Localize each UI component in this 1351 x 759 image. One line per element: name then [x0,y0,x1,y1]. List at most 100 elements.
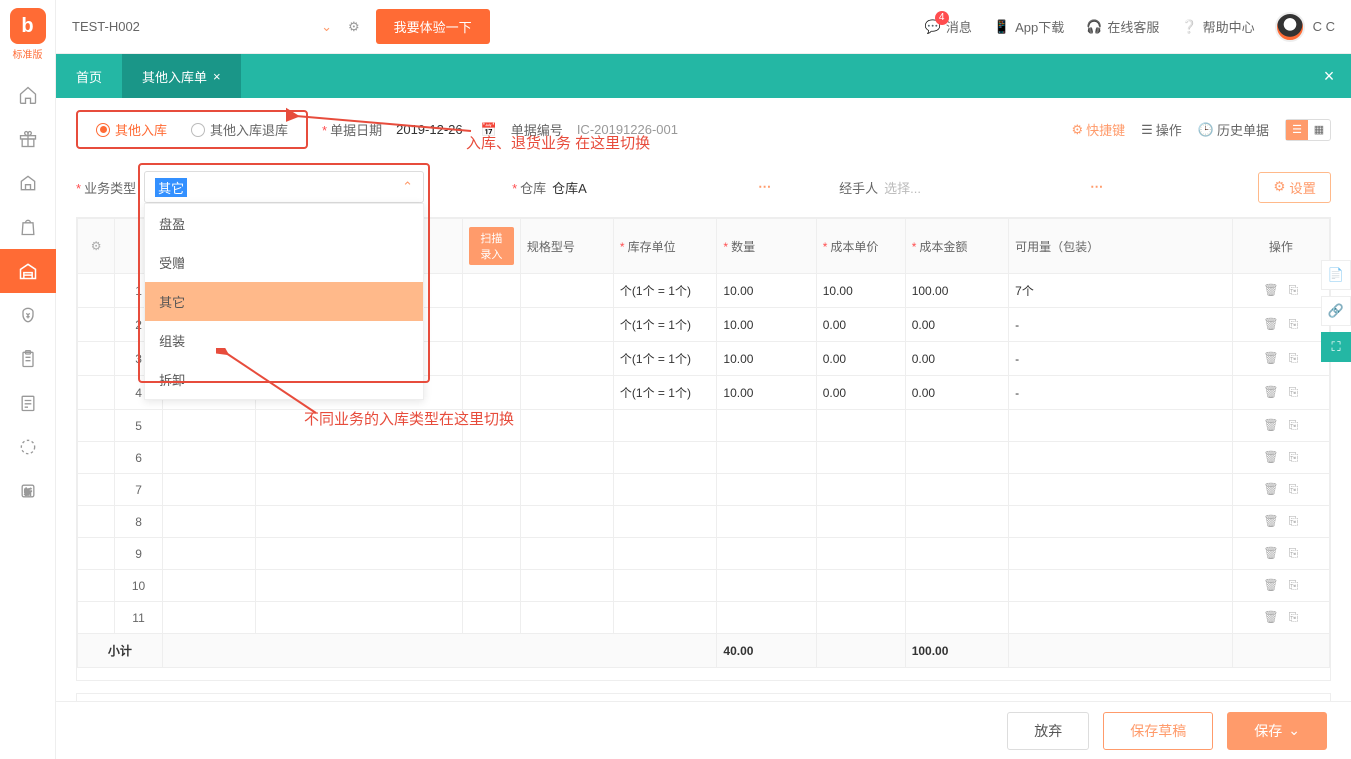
th-unit: *库存单位 [613,219,716,274]
rail-expand[interactable]: ⛶ [1321,332,1351,362]
nav-sync[interactable] [0,425,56,469]
calendar-icon[interactable]: 📅 [481,122,497,138]
delete-row-icon[interactable]: 🗑 [1263,283,1278,298]
dd-option-shouzeng[interactable]: 受赠 [145,243,423,282]
th-ops: 操作 [1232,219,1329,274]
radio-inbound[interactable]: 其他入库 [96,120,167,139]
delete-row-icon[interactable]: 🗑 [1263,610,1278,625]
biztype-combo[interactable]: 其它 ⌃ [144,171,424,203]
topbar: TEST-H002 ⌄ ⚙ 我要体验一下 💬 消息 4 📱App下载 🎧在线客服… [56,0,1351,54]
subtotal-label: 小计 [78,634,163,668]
nav-home[interactable] [0,73,56,117]
delete-row-icon[interactable]: 🗑 [1263,351,1278,366]
help-icon: ❔ [1181,19,1197,35]
table-row[interactable]: 8 🗑⎘ [78,506,1330,538]
delete-row-icon[interactable]: 🗑 [1263,317,1278,332]
nav-warehouse[interactable] [0,249,56,293]
dd-option-panyong[interactable]: 盘盈 [145,204,423,243]
form-row-1: 其他入库 其他入库退库 *单据日期 2019-12-26 📅 单据编号 IC-2… [76,110,1331,149]
nav-gift[interactable] [0,117,56,161]
th-qty: *数量 [717,219,816,274]
nav-report[interactable] [0,381,56,425]
avatar[interactable] [1275,12,1305,42]
delete-row-icon[interactable]: 🗑 [1263,514,1278,529]
copy-row-icon[interactable]: ⎘ [1289,514,1299,529]
copy-row-icon[interactable]: ⎘ [1289,385,1299,400]
warehouse-label: *仓库 [512,178,546,197]
dd-option-zuzhuang[interactable]: 组装 [145,321,423,360]
experience-button[interactable]: 我要体验一下 [376,9,490,44]
table-row[interactable]: 11 🗑⎘ [78,602,1330,634]
copy-row-icon[interactable]: ⎘ [1289,482,1299,497]
save-button[interactable]: 保存 ⌄ [1227,712,1327,750]
close-icon[interactable]: × [213,69,221,84]
table-row[interactable]: 9 🗑⎘ [78,538,1330,570]
copy-row-icon[interactable]: ⎘ [1289,351,1299,366]
date-label: *单据日期 [322,120,382,139]
copy-row-icon[interactable]: ⎘ [1289,450,1299,465]
shortcut-link[interactable]: ⚙ 快捷键 [1071,120,1125,139]
th-price: *成本单价 [816,219,905,274]
nav-new[interactable]: 新 [0,469,56,513]
phone-icon: 📱 [994,19,1010,35]
table-row[interactable]: 6 🗑⎘ [78,442,1330,474]
subtotal-qty: 40.00 [717,634,816,668]
nav-money[interactable] [0,293,56,337]
rail-note[interactable]: 📄 [1321,260,1351,290]
delete-row-icon[interactable]: 🗑 [1263,578,1278,593]
help-link[interactable]: ❔帮助中心 [1181,17,1254,36]
table-row[interactable]: 5 🗑⎘ [78,410,1330,442]
scan-button[interactable]: 扫描录入 [469,227,514,265]
nav-bag[interactable] [0,205,56,249]
form-row-2: *业务类型 其它 ⌃ 盘盈 受赠 其它 组装 拆卸 [76,171,1331,203]
brand-logo: b [10,8,46,44]
th-gear[interactable]: ⚙ [78,219,115,274]
org-selector[interactable]: TEST-H002 ⌄ [72,19,332,35]
tab-other-inbound[interactable]: 其他入库单× [122,54,241,98]
rail-link[interactable]: 🔗 [1321,296,1351,326]
biztype-value: 其它 [155,178,187,197]
close-all-tabs[interactable]: × [1307,54,1351,98]
operator-more[interactable]: ⋯ [1090,179,1103,195]
warehouse-more[interactable]: ⋯ [758,179,771,195]
copy-row-icon[interactable]: ⎘ [1289,418,1299,433]
table-row[interactable]: 7 🗑⎘ [78,474,1330,506]
discard-button[interactable]: 放弃 [1007,712,1089,750]
view-toggle[interactable]: ☰▦ [1285,119,1331,141]
service-link[interactable]: 🎧在线客服 [1086,17,1159,36]
copy-row-icon[interactable]: ⎘ [1289,283,1299,298]
th-avail: 可用量（包装） [1009,219,1232,274]
warehouse-value[interactable]: 仓库A [552,178,752,197]
delete-row-icon[interactable]: 🗑 [1263,482,1278,497]
nav-clipboard[interactable] [0,337,56,381]
nav-home2[interactable] [0,161,56,205]
history-link[interactable]: 🕒 历史单据 [1198,120,1269,139]
radio-return[interactable]: 其他入库退库 [191,120,288,139]
delete-row-icon[interactable]: 🗑 [1263,450,1278,465]
copy-row-icon[interactable]: ⎘ [1289,317,1299,332]
copy-row-icon[interactable]: ⎘ [1289,578,1299,593]
table-row[interactable]: 10 🗑⎘ [78,570,1330,602]
settings-button[interactable]: ⚙ 设置 [1258,172,1331,203]
footer: 放弃 保存草稿 保存 ⌄ [56,701,1351,759]
ops-link[interactable]: ☰ 操作 [1141,120,1182,139]
dd-option-chaixie[interactable]: 拆卸 [145,360,423,399]
tab-home[interactable]: 首页 [56,54,122,98]
operator-label: 经手人 [839,178,878,197]
delete-row-icon[interactable]: 🗑 [1263,418,1278,433]
billno-label: 单据编号 [511,120,563,139]
biztype-label: *业务类型 [76,178,136,197]
date-value[interactable]: 2019-12-26 [396,122,463,137]
copy-row-icon[interactable]: ⎘ [1289,610,1299,625]
dd-option-qita[interactable]: 其它 [145,282,423,321]
delete-row-icon[interactable]: 🗑 [1263,546,1278,561]
delete-row-icon[interactable]: 🗑 [1263,385,1278,400]
save-draft-button[interactable]: 保存草稿 [1103,712,1213,750]
billno-value: IC-20191226-001 [577,122,678,137]
copy-row-icon[interactable]: ⎘ [1289,546,1299,561]
th-spec: 规格型号 [520,219,613,274]
settings-icon[interactable]: ⚙ [348,19,360,35]
messages-link[interactable]: 💬 消息 4 [925,17,972,36]
app-download-link[interactable]: 📱App下载 [994,17,1064,36]
operator-value[interactable]: 选择... [884,178,1084,197]
